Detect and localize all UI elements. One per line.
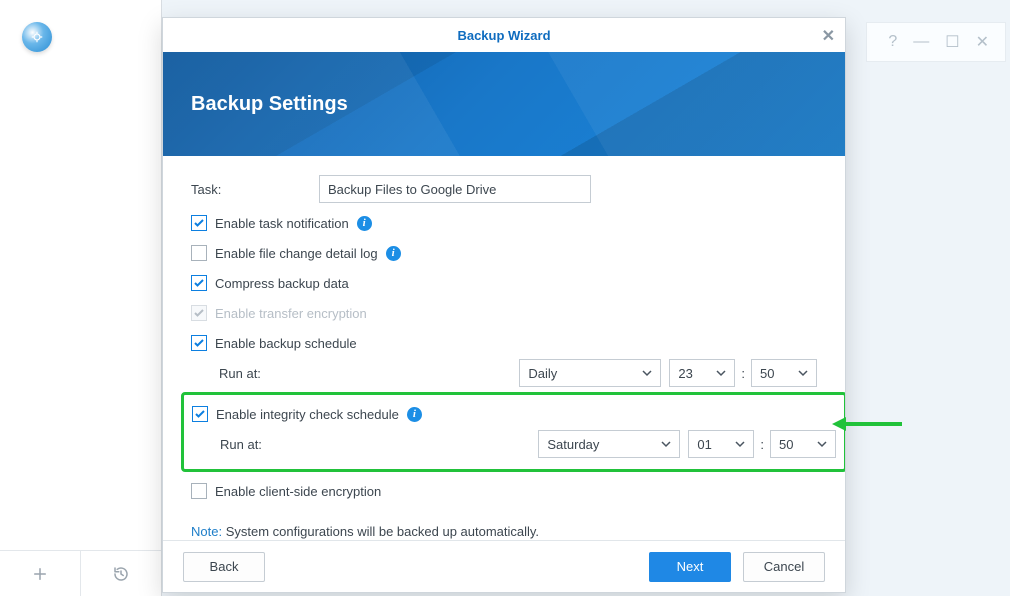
note-text: Note: System configurations will be back…	[191, 524, 817, 539]
chevron-down-icon	[735, 437, 745, 452]
info-icon[interactable]: i	[357, 216, 372, 231]
background-window-controls: ? — ☐ ✕	[866, 22, 1006, 62]
integrity-min-select[interactable]: 50	[770, 430, 836, 458]
task-label: Task:	[191, 182, 319, 197]
integrity-run-at-label: Run at:	[192, 437, 320, 452]
enable-file-change-log-checkbox[interactable]: Enable file change detail log i	[191, 238, 817, 268]
close-icon[interactable]: ✕	[976, 32, 989, 52]
dialog-footer: Back Next Cancel	[163, 540, 845, 592]
info-icon[interactable]: i	[407, 407, 422, 422]
chevron-down-icon	[642, 366, 652, 381]
schedule-day-select[interactable]: Daily	[519, 359, 661, 387]
backup-schedule-label: Enable backup schedule	[215, 336, 357, 351]
info-icon[interactable]: i	[386, 246, 401, 261]
transfer-encryption-label: Enable transfer encryption	[215, 306, 367, 321]
back-button[interactable]: Back	[183, 552, 265, 582]
integrity-check-checkbox[interactable]: Enable integrity check schedule i	[192, 399, 836, 429]
dialog-close-icon[interactable]: ✕	[822, 26, 835, 46]
dialog-body: Task: Enable task notification i Enable …	[163, 156, 845, 540]
integrity-highlight: Enable integrity check schedule i Run at…	[181, 392, 845, 472]
maximize-icon[interactable]: ☐	[945, 32, 959, 52]
minimize-icon[interactable]: —	[913, 33, 929, 51]
schedule-hour-select[interactable]: 23	[669, 359, 735, 387]
schedule-min-select[interactable]: 50	[751, 359, 817, 387]
transfer-encryption-checkbox: Enable transfer encryption	[191, 298, 817, 328]
add-button[interactable]	[0, 551, 80, 596]
task-name-input[interactable]	[319, 175, 591, 203]
annotation-arrow	[832, 416, 902, 432]
chevron-down-icon	[716, 366, 726, 381]
enable-notification-label: Enable task notification	[215, 216, 349, 231]
backup-schedule-checkbox[interactable]: Enable backup schedule	[191, 328, 817, 358]
help-icon[interactable]: ?	[888, 33, 897, 51]
enable-notification-checkbox[interactable]: Enable task notification i	[191, 208, 817, 238]
history-button[interactable]	[80, 551, 161, 596]
app-sidebar	[0, 0, 162, 596]
dialog-banner: Backup Settings	[163, 52, 845, 156]
compress-checkbox[interactable]: Compress backup data	[191, 268, 817, 298]
next-button[interactable]: Next	[649, 552, 731, 582]
run-at-label: Run at:	[191, 366, 319, 381]
client-side-encryption-label: Enable client-side encryption	[215, 484, 381, 499]
app-logo	[22, 22, 52, 52]
integrity-check-label: Enable integrity check schedule	[216, 407, 399, 422]
dialog-title: Backup Wizard	[457, 28, 550, 43]
chevron-down-icon	[798, 366, 808, 381]
chevron-down-icon	[817, 437, 827, 452]
chevron-down-icon	[661, 437, 671, 452]
backup-wizard-dialog: Backup Wizard ✕ Backup Settings Task: En…	[162, 17, 846, 593]
enable-file-change-log-label: Enable file change detail log	[215, 246, 378, 261]
client-side-encryption-checkbox[interactable]: Enable client-side encryption	[191, 476, 817, 506]
compress-label: Compress backup data	[215, 276, 349, 291]
dialog-heading: Backup Settings	[191, 93, 348, 116]
dialog-titlebar: Backup Wizard ✕	[163, 18, 845, 52]
cancel-button[interactable]: Cancel	[743, 552, 825, 582]
integrity-day-select[interactable]: Saturday	[538, 430, 680, 458]
integrity-hour-select[interactable]: 01	[688, 430, 754, 458]
